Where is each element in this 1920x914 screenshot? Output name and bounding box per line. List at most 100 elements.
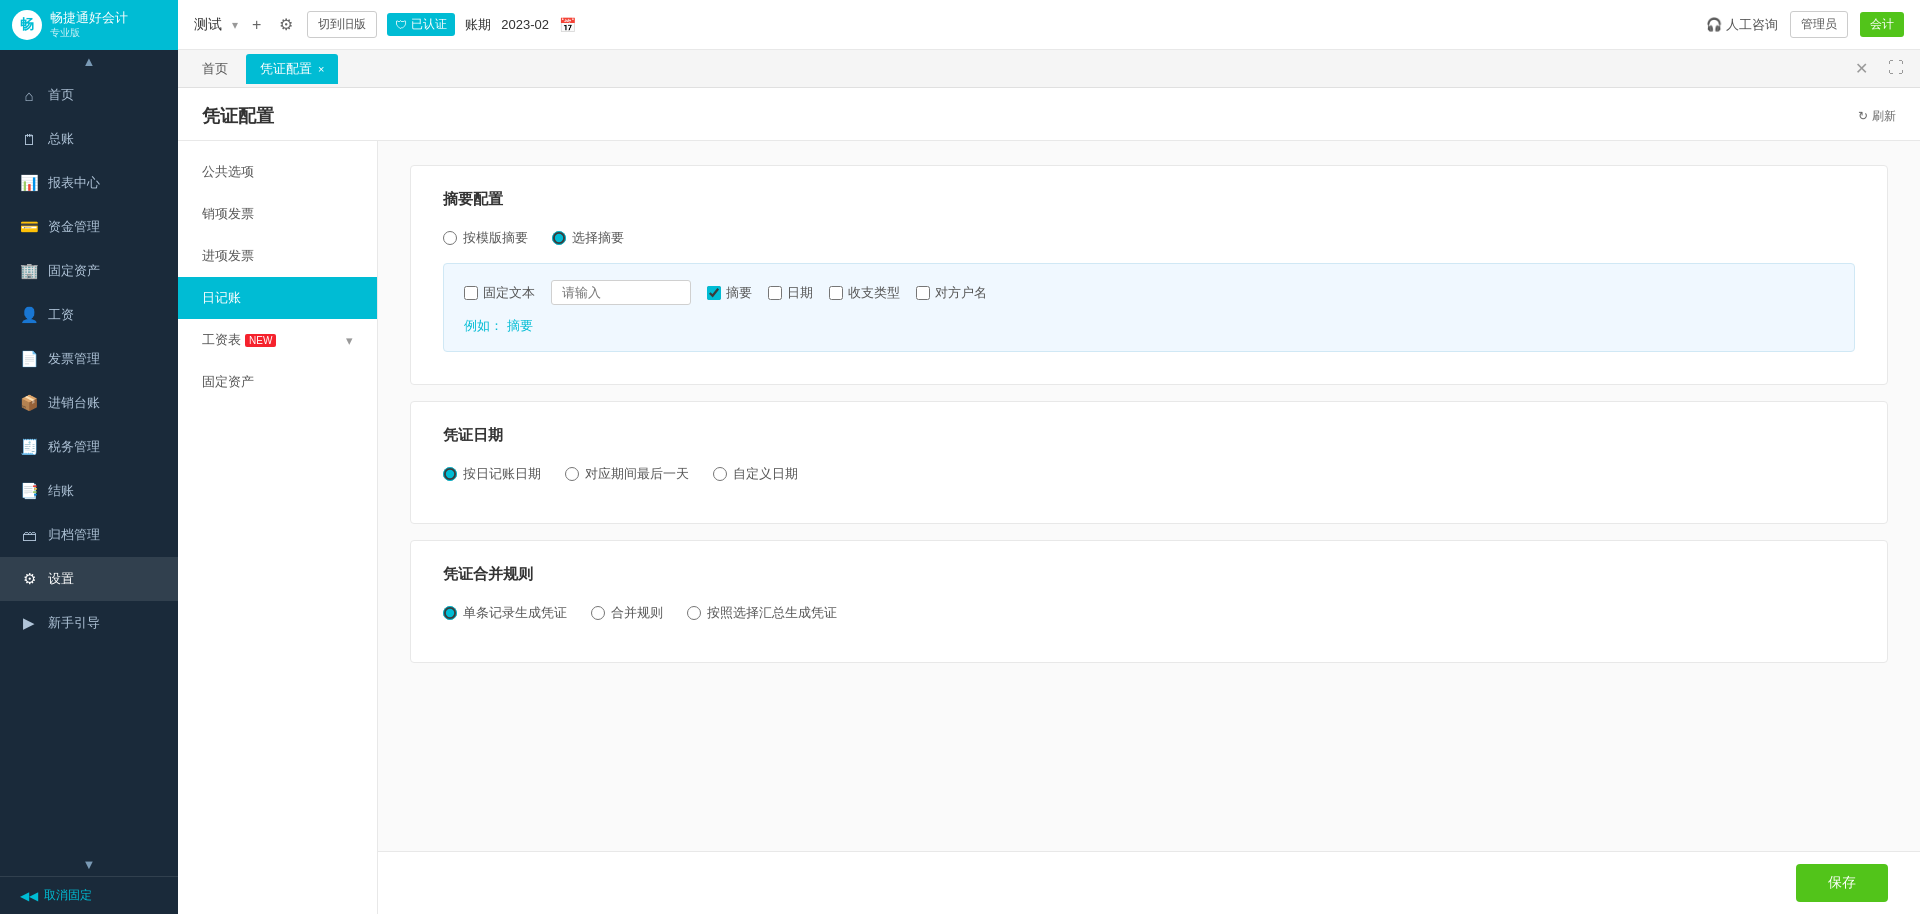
- window-expand-button[interactable]: ⛶: [1882, 57, 1910, 80]
- config-nav-payroll[interactable]: 工资表 NEW ▾: [178, 319, 377, 361]
- manager-button[interactable]: 管理员: [1790, 11, 1848, 38]
- company-name: 测试: [194, 16, 222, 34]
- merge-radio-single[interactable]: 单条记录生成凭证: [443, 604, 567, 622]
- calendar-icon[interactable]: 📅: [559, 17, 576, 33]
- topbar-right: 🎧 人工咨询 管理员 会计: [1706, 11, 1904, 38]
- sidebar-scroll-up[interactable]: ▲: [0, 50, 178, 73]
- save-button[interactable]: 保存: [1796, 864, 1888, 902]
- config-nav-sales-invoice[interactable]: 销项发票: [178, 193, 377, 235]
- fixed-text-input[interactable]: [551, 280, 691, 305]
- fund-icon: 💳: [20, 218, 38, 236]
- date-custom-radio[interactable]: [713, 467, 727, 481]
- settle-icon: 📑: [20, 482, 38, 500]
- date-checkbox[interactable]: [768, 286, 782, 300]
- main-area: 测试 ▾ + ⚙ 切到旧版 🛡 已认证 账期 2023-02 📅 🎧 人工咨询 …: [178, 0, 1920, 914]
- merge-radio-merge[interactable]: 合并规则: [591, 604, 663, 622]
- cancel-fixed-button[interactable]: ◀◀ 取消固定: [0, 876, 178, 914]
- report-icon: 📊: [20, 174, 38, 192]
- sidebar-item-invoice[interactable]: 📄 发票管理: [0, 337, 178, 381]
- date-section-title: 凭证日期: [443, 426, 1855, 445]
- date-radio-last-day[interactable]: 对应期间最后一天: [565, 465, 689, 483]
- verified-badge: 🛡 已认证: [387, 13, 455, 36]
- home-icon: ⌂: [20, 87, 38, 104]
- sidebar: 畅 畅捷通好会计 专业版 ▲ ⌂ 首页 🗒 总账 📊 报表中心 💳 资金管理 🏢…: [0, 0, 178, 914]
- summary-checkbox-row: 固定文本 摘要 日期: [464, 280, 1834, 305]
- tab-close-icon[interactable]: ×: [318, 63, 324, 75]
- date-radio-group: 按日记账日期 对应期间最后一天 自定义日期: [443, 465, 1855, 483]
- date-radio-custom[interactable]: 自定义日期: [713, 465, 798, 483]
- sidebar-nav: ⌂ 首页 🗒 总账 📊 报表中心 💳 资金管理 🏢 固定资产 👤 工资 📄 发票…: [0, 73, 178, 853]
- merge-single-radio[interactable]: [443, 606, 457, 620]
- summary-section-title: 摘要配置: [443, 190, 1855, 209]
- ledger-icon: 🗒: [20, 131, 38, 148]
- add-button[interactable]: +: [248, 12, 265, 38]
- salary-icon: 👤: [20, 306, 38, 324]
- config-nav-public[interactable]: 公共选项: [178, 151, 377, 193]
- sidebar-item-fund[interactable]: 💳 资金管理: [0, 205, 178, 249]
- accountant-button[interactable]: 会计: [1860, 12, 1904, 37]
- sidebar-item-settings[interactable]: ⚙ 设置: [0, 557, 178, 601]
- sidebar-item-asset[interactable]: 🏢 固定资产: [0, 249, 178, 293]
- tab-voucher-config[interactable]: 凭证配置 ×: [246, 54, 338, 84]
- sidebar-item-report[interactable]: 📊 报表中心: [0, 161, 178, 205]
- fixed-text-checkbox-item[interactable]: 固定文本: [464, 284, 535, 302]
- fixed-text-checkbox[interactable]: [464, 286, 478, 300]
- merge-section-title: 凭证合并规则: [443, 565, 1855, 584]
- topbar-settings-button[interactable]: ⚙: [275, 11, 297, 38]
- summary-select-radio[interactable]: [552, 231, 566, 245]
- sales-icon: 📦: [20, 394, 38, 412]
- summary-radio-select[interactable]: 选择摘要: [552, 229, 624, 247]
- shield-icon: 🛡: [395, 18, 407, 32]
- headset-icon: 🎧: [1706, 17, 1722, 32]
- page-title: 凭证配置: [202, 104, 274, 128]
- tab-home[interactable]: 首页: [188, 54, 242, 84]
- window-close-button[interactable]: ✕: [1849, 57, 1874, 80]
- sidebar-item-archive[interactable]: 🗃 归档管理: [0, 513, 178, 557]
- merge-section: 凭证合并规则 单条记录生成凭证 合并规则: [410, 540, 1888, 663]
- refresh-button[interactable]: ↻ 刷新: [1858, 108, 1896, 125]
- sidebar-item-newbie[interactable]: ▶ 新手引导: [0, 601, 178, 645]
- income-type-checkbox-item[interactable]: 收支类型: [829, 284, 900, 302]
- sidebar-item-salary[interactable]: 👤 工资: [0, 293, 178, 337]
- counterpart-checkbox[interactable]: [916, 286, 930, 300]
- sidebar-item-sales[interactable]: 📦 进销台账: [0, 381, 178, 425]
- window-controls: ✕ ⛶: [1849, 57, 1910, 80]
- sidebar-item-ledger[interactable]: 🗒 总账: [0, 117, 178, 161]
- sidebar-item-tax[interactable]: 🧾 税务管理: [0, 425, 178, 469]
- config-nav-fixed-assets[interactable]: 固定资产: [178, 361, 377, 403]
- counterpart-checkbox-item[interactable]: 对方户名: [916, 284, 987, 302]
- summary-template-radio[interactable]: [443, 231, 457, 245]
- merge-radio-summary[interactable]: 按照选择汇总生成凭证: [687, 604, 837, 622]
- sidebar-scroll-down[interactable]: ▼: [0, 853, 178, 876]
- merge-summary-radio[interactable]: [687, 606, 701, 620]
- summary-checkbox-item[interactable]: 摘要: [707, 284, 752, 302]
- config-layout: 公共选项 销项发票 进项发票 日记账 工资表 NEW ▾ 固定资产: [178, 141, 1920, 914]
- config-nav-purchase-invoice[interactable]: 进项发票: [178, 235, 377, 277]
- company-dropdown-icon[interactable]: ▾: [232, 18, 238, 32]
- date-last-day-radio[interactable]: [565, 467, 579, 481]
- cancel-fixed-icon: ◀◀: [20, 889, 38, 903]
- config-nav-journal[interactable]: 日记账: [178, 277, 377, 319]
- refresh-icon: ↻: [1858, 109, 1868, 123]
- date-journal-radio[interactable]: [443, 467, 457, 481]
- sidebar-item-settle[interactable]: 📑 结账: [0, 469, 178, 513]
- asset-icon: 🏢: [20, 262, 38, 280]
- page-header: 凭证配置 ↻ 刷新: [178, 88, 1920, 141]
- merge-merge-radio[interactable]: [591, 606, 605, 620]
- summary-radio-template[interactable]: 按模版摘要: [443, 229, 528, 247]
- consult-button[interactable]: 🎧 人工咨询: [1706, 16, 1778, 34]
- switch-old-version-button[interactable]: 切到旧版: [307, 11, 377, 38]
- date-radio-journal[interactable]: 按日记账日期: [443, 465, 541, 483]
- tabbar: 首页 凭证配置 × ✕ ⛶: [178, 50, 1920, 88]
- merge-radio-group: 单条记录生成凭证 合并规则 按照选择汇总生成凭证: [443, 604, 1855, 622]
- new-badge: NEW: [245, 334, 276, 347]
- date-checkbox-item[interactable]: 日期: [768, 284, 813, 302]
- config-nav: 公共选项 销项发票 进项发票 日记账 工资表 NEW ▾ 固定资产: [178, 141, 378, 914]
- summary-section: 摘要配置 按模版摘要 选择摘要: [410, 165, 1888, 385]
- income-type-checkbox[interactable]: [829, 286, 843, 300]
- sidebar-item-home[interactable]: ⌂ 首页: [0, 73, 178, 117]
- payroll-chevron-icon: ▾: [346, 333, 353, 348]
- summary-checkbox[interactable]: [707, 286, 721, 300]
- config-content: 摘要配置 按模版摘要 选择摘要: [378, 141, 1920, 851]
- archive-icon: 🗃: [20, 527, 38, 544]
